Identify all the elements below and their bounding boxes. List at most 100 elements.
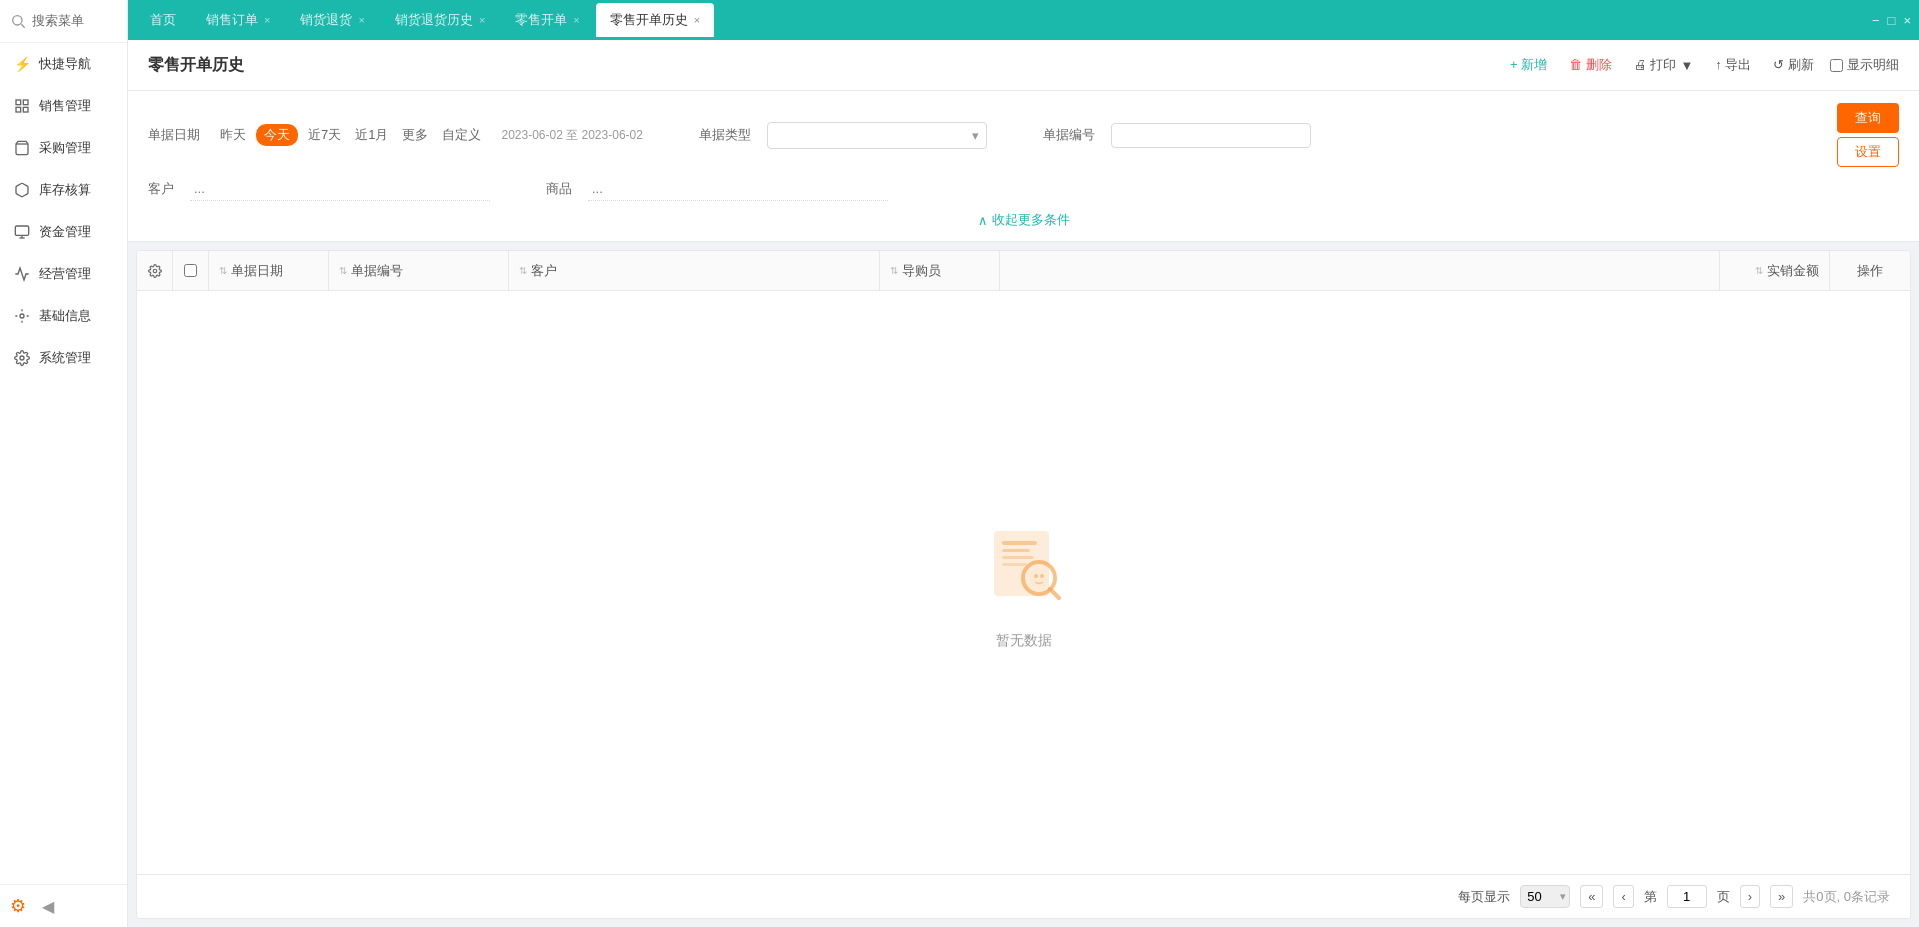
sort-icon-date: ⇅: [219, 265, 227, 276]
window-close[interactable]: ×: [1903, 13, 1911, 28]
svg-rect-3: [23, 100, 28, 105]
tab-close-sales-order[interactable]: ×: [264, 14, 270, 26]
sales-mgmt-icon: [13, 97, 31, 115]
check-all-input[interactable]: [184, 264, 197, 277]
col-order-no-header[interactable]: ⇅ 单据编号: [329, 251, 509, 290]
sidebar-item-purchase-mgmt[interactable]: 采购管理: [0, 127, 127, 169]
svg-point-22: [1040, 574, 1044, 578]
col-check-all[interactable]: [173, 251, 209, 290]
query-settings-group: 查询 设置: [1837, 103, 1899, 167]
col-amount-header[interactable]: ⇅ 实销金额: [1720, 251, 1830, 290]
date-yesterday[interactable]: 昨天: [216, 124, 250, 146]
sort-icon-guide: ⇅: [890, 265, 898, 276]
goods-filter-label: 商品: [546, 180, 572, 198]
date-filter-label: 单据日期: [148, 126, 200, 144]
col-guide-header[interactable]: ⇅ 导购员: [880, 251, 1000, 290]
date-last7[interactable]: 近7天: [304, 124, 345, 146]
filter-row-1: 单据日期 昨天 今天 近7天 近1月 更多 自定义 2023-06-02 至 2…: [148, 103, 1899, 167]
tab-sales-return[interactable]: 销货退货 ×: [286, 3, 378, 37]
sidebar-item-sys-mgmt[interactable]: 系统管理: [0, 337, 127, 379]
sidebar-item-label: 基础信息: [39, 307, 91, 325]
delete-button[interactable]: 🗑 删除: [1563, 52, 1618, 78]
svg-rect-17: [1002, 563, 1027, 566]
first-page-button[interactable]: «: [1580, 885, 1603, 908]
refresh-button[interactable]: ↺ 刷新: [1767, 52, 1820, 78]
empty-text: 暂无数据: [996, 632, 1052, 650]
sidebar-search-label: 搜索菜单: [32, 12, 84, 30]
show-detail-checkbox[interactable]: 显示明细: [1830, 56, 1899, 74]
finance-icon: [13, 223, 31, 241]
tab-close-retail-open[interactable]: ×: [573, 14, 579, 26]
collapse-button[interactable]: ∧ 收起更多条件: [978, 211, 1070, 229]
add-button[interactable]: + 新增: [1504, 52, 1553, 78]
date-custom[interactable]: 自定义: [438, 124, 485, 146]
show-detail-input[interactable]: [1830, 59, 1843, 72]
svg-point-10: [20, 314, 24, 318]
next-page-button[interactable]: ›: [1740, 885, 1760, 908]
export-button[interactable]: ↑ 导出: [1709, 52, 1757, 78]
svg-rect-4: [16, 107, 21, 112]
svg-point-11: [20, 356, 24, 360]
empty-state: 暂无数据: [137, 291, 1910, 874]
col-flex-header: [1000, 251, 1720, 290]
sidebar-item-quick-nav[interactable]: ⚡ 快捷导航: [0, 43, 127, 85]
sidebar-item-inventory[interactable]: 库存核算: [0, 169, 127, 211]
page-size-select[interactable]: 50 10 20 100: [1520, 885, 1570, 908]
tab-sales-return-history[interactable]: 销货退货历史 ×: [381, 3, 499, 37]
pagination-summary: 共0页, 0条记录: [1803, 888, 1890, 906]
purchase-mgmt-icon: [13, 139, 31, 157]
last-page-button[interactable]: »: [1770, 885, 1793, 908]
page-size-wrapper: 50 10 20 100 ▾: [1520, 885, 1570, 908]
svg-rect-14: [1002, 541, 1037, 545]
tab-sales-order[interactable]: 销售订单 ×: [192, 3, 284, 37]
tab-home[interactable]: 首页: [136, 3, 190, 37]
date-last-month[interactable]: 近1月: [351, 124, 392, 146]
sidebar-item-label: 经营管理: [39, 265, 91, 283]
query-button[interactable]: 查询: [1837, 103, 1899, 133]
svg-rect-5: [23, 107, 28, 112]
tab-close-retail-open-history[interactable]: ×: [694, 14, 700, 26]
sidebar-item-business[interactable]: 经营管理: [0, 253, 127, 295]
date-today[interactable]: 今天: [256, 124, 298, 146]
quick-nav-icon: ⚡: [13, 55, 31, 73]
customer-input[interactable]: [190, 177, 490, 201]
basic-info-icon: [13, 307, 31, 325]
sidebar-collapse-icon[interactable]: ◀: [42, 897, 54, 916]
col-customer-header[interactable]: ⇅ 客户: [509, 251, 880, 290]
sidebar-search[interactable]: 搜索菜单: [0, 0, 127, 43]
tab-retail-open[interactable]: 零售开单 ×: [501, 3, 593, 37]
tab-close-sales-return[interactable]: ×: [358, 14, 364, 26]
col-date-header[interactable]: ⇅ 单据日期: [209, 251, 329, 290]
page-number-input[interactable]: [1667, 885, 1707, 908]
sidebar-item-basic-info[interactable]: 基础信息: [0, 295, 127, 337]
sort-icon-customer: ⇅: [519, 265, 527, 276]
order-type-select[interactable]: [767, 122, 987, 149]
tabs-bar: 首页 销售订单 × 销货退货 × 销货退货历史 × 零售开单 × 零售开单历史 …: [128, 0, 1919, 40]
main: 首页 销售订单 × 销货退货 × 销货退货历史 × 零售开单 × 零售开单历史 …: [128, 0, 1919, 927]
date-more[interactable]: 更多: [398, 124, 432, 146]
business-icon: [13, 265, 31, 283]
order-no-input[interactable]: [1111, 123, 1311, 148]
tab-retail-open-history[interactable]: 零售开单历史 ×: [596, 3, 714, 37]
sidebar-item-finance[interactable]: 资金管理: [0, 211, 127, 253]
sidebar-item-sales-mgmt[interactable]: 销售管理: [0, 85, 127, 127]
sort-icon-amount: ⇅: [1755, 265, 1763, 276]
filter-row-2: 客户 商品: [148, 177, 1899, 201]
svg-line-1: [21, 24, 24, 27]
table-wrapper: ⇅ 单据日期 ⇅ 单据编号 ⇅ 客户 ⇅ 导购员 ⇅ 实销: [136, 250, 1911, 919]
empty-illustration: [974, 516, 1074, 616]
prev-page-button[interactable]: ‹: [1613, 885, 1633, 908]
sidebar-settings-icon[interactable]: ⚙: [10, 895, 26, 917]
table-header: ⇅ 单据日期 ⇅ 单据编号 ⇅ 客户 ⇅ 导购员 ⇅ 实销: [137, 251, 1910, 291]
print-button[interactable]: 🖨 打印 ▼: [1628, 52, 1700, 78]
col-settings[interactable]: [137, 251, 173, 290]
window-maximize[interactable]: □: [1888, 13, 1896, 28]
goods-input[interactable]: [588, 177, 888, 201]
date-options: 昨天 今天 近7天 近1月 更多 自定义: [216, 124, 485, 146]
window-minimize[interactable]: −: [1872, 13, 1880, 28]
tab-close-sales-return-history[interactable]: ×: [479, 14, 485, 26]
page-label-pre: 第: [1644, 888, 1657, 906]
settings-button[interactable]: 设置: [1837, 137, 1899, 167]
pagination-bar: 每页显示 50 10 20 100 ▾ « ‹ 第 页 › » 共0页,: [137, 874, 1910, 918]
svg-rect-2: [16, 100, 21, 105]
